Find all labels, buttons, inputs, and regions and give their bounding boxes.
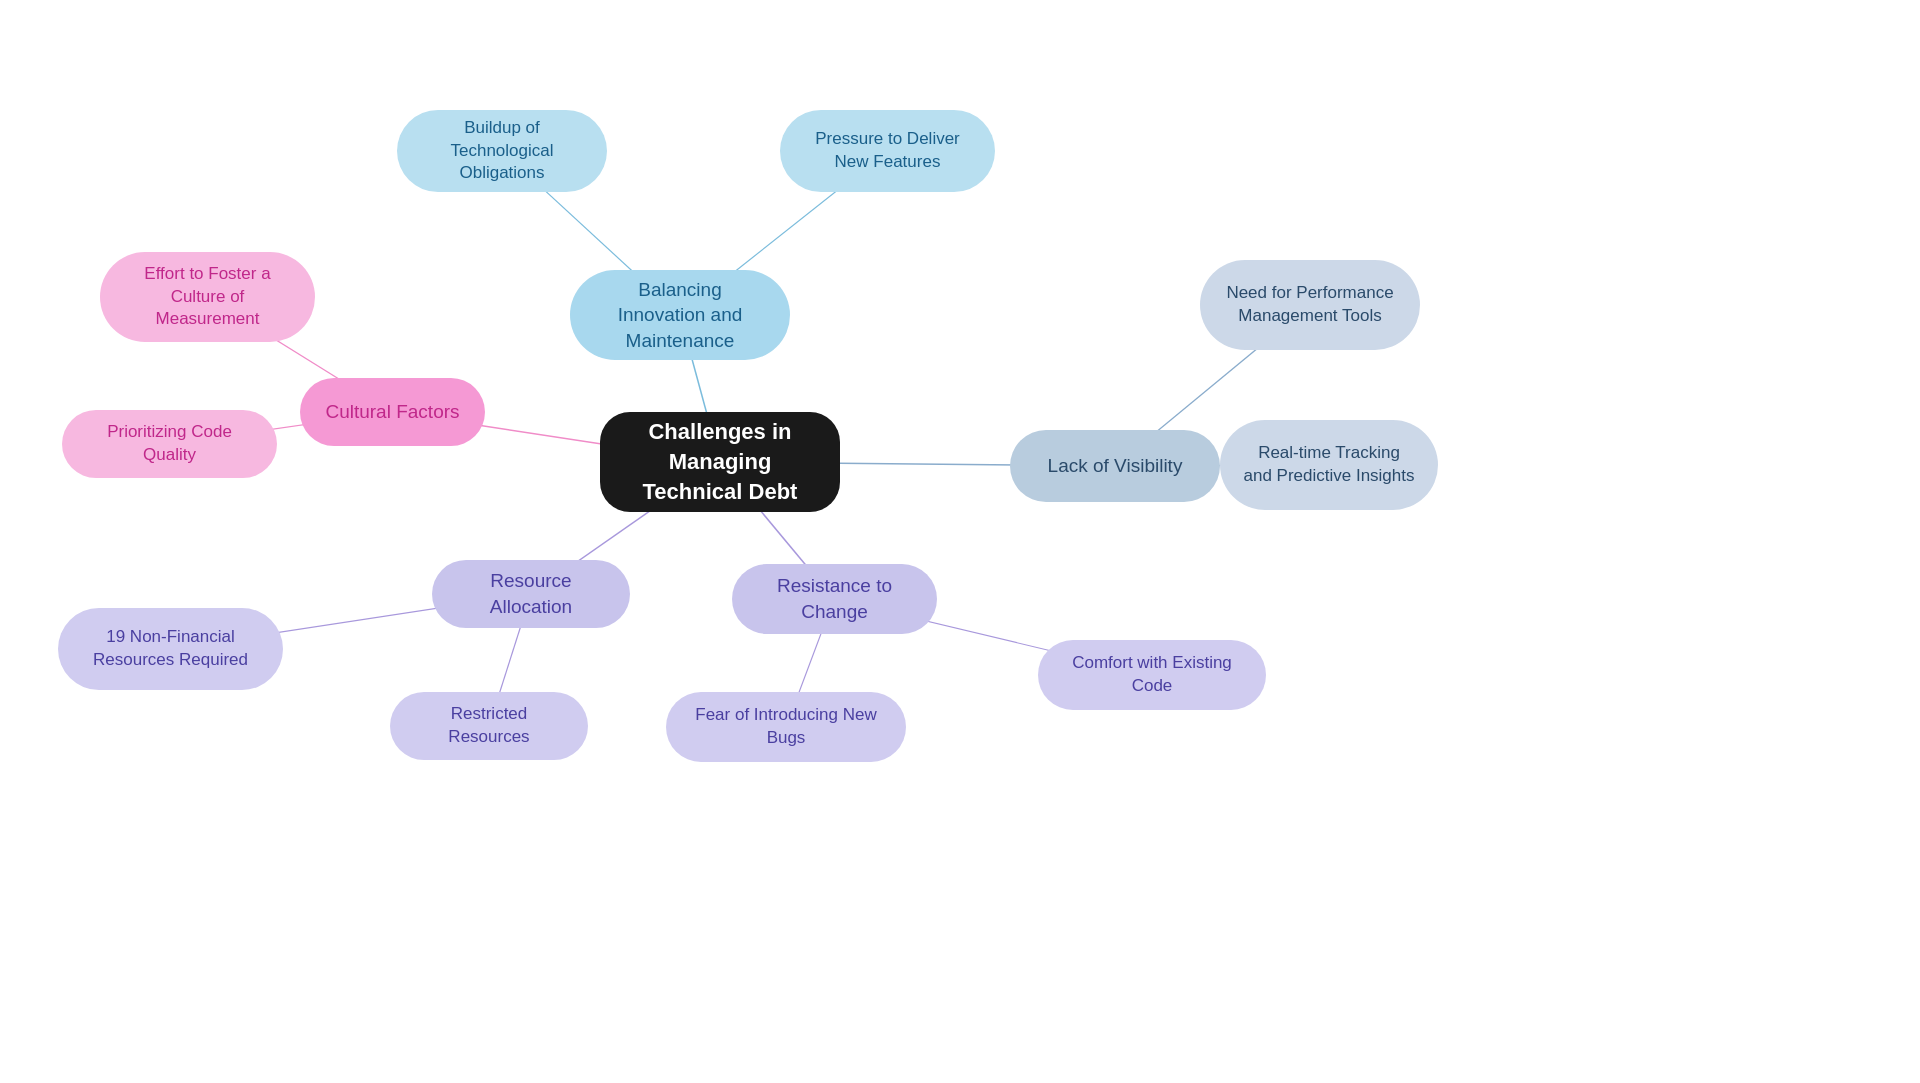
comfort-node: Comfort with Existing Code (1038, 640, 1266, 710)
realtime-node: Real-time Tracking and Predictive Insigh… (1220, 420, 1438, 510)
non-financial-label: 19 Non-Financial Resources Required (80, 626, 261, 672)
restricted-node: Restricted Resources (390, 692, 588, 760)
resource-alloc-node: Resource Allocation (432, 560, 630, 628)
resistance-label: Resistance to Change (754, 573, 915, 624)
comfort-label: Comfort with Existing Code (1060, 652, 1244, 698)
pressure-node: Pressure to Deliver New Features (780, 110, 995, 192)
resource-alloc-label: Resource Allocation (454, 568, 608, 619)
fear-bugs-node: Fear of Introducing New Bugs (666, 692, 906, 762)
need-perf-node: Need for Performance Management Tools (1200, 260, 1420, 350)
pressure-label: Pressure to Deliver New Features (802, 128, 973, 174)
buildup-label: Buildup of Technological Obligations (419, 117, 585, 186)
center-node: Challenges in Managing Technical Debt (600, 412, 840, 512)
non-financial-node: 19 Non-Financial Resources Required (58, 608, 283, 690)
prioritizing-node: Prioritizing Code Quality (62, 410, 277, 478)
buildup-node: Buildup of Technological Obligations (397, 110, 607, 192)
center-label: Challenges in Managing Technical Debt (622, 417, 818, 506)
effort-culture-label: Effort to Foster a Culture of Measuremen… (122, 263, 293, 332)
lack-visibility-node: Lack of Visibility (1010, 430, 1220, 502)
realtime-label: Real-time Tracking and Predictive Insigh… (1242, 442, 1416, 488)
cultural-label: Cultural Factors (325, 399, 459, 425)
fear-bugs-label: Fear of Introducing New Bugs (688, 704, 884, 750)
balancing-node: Balancing Innovation and Maintenance (570, 270, 790, 360)
cultural-node: Cultural Factors (300, 378, 485, 446)
lack-visibility-label: Lack of Visibility (1048, 453, 1183, 479)
resistance-node: Resistance to Change (732, 564, 937, 634)
prioritizing-label: Prioritizing Code Quality (84, 421, 255, 467)
need-perf-label: Need for Performance Management Tools (1222, 282, 1398, 328)
restricted-label: Restricted Resources (412, 703, 566, 749)
balancing-label: Balancing Innovation and Maintenance (592, 277, 768, 354)
effort-culture-node: Effort to Foster a Culture of Measuremen… (100, 252, 315, 342)
